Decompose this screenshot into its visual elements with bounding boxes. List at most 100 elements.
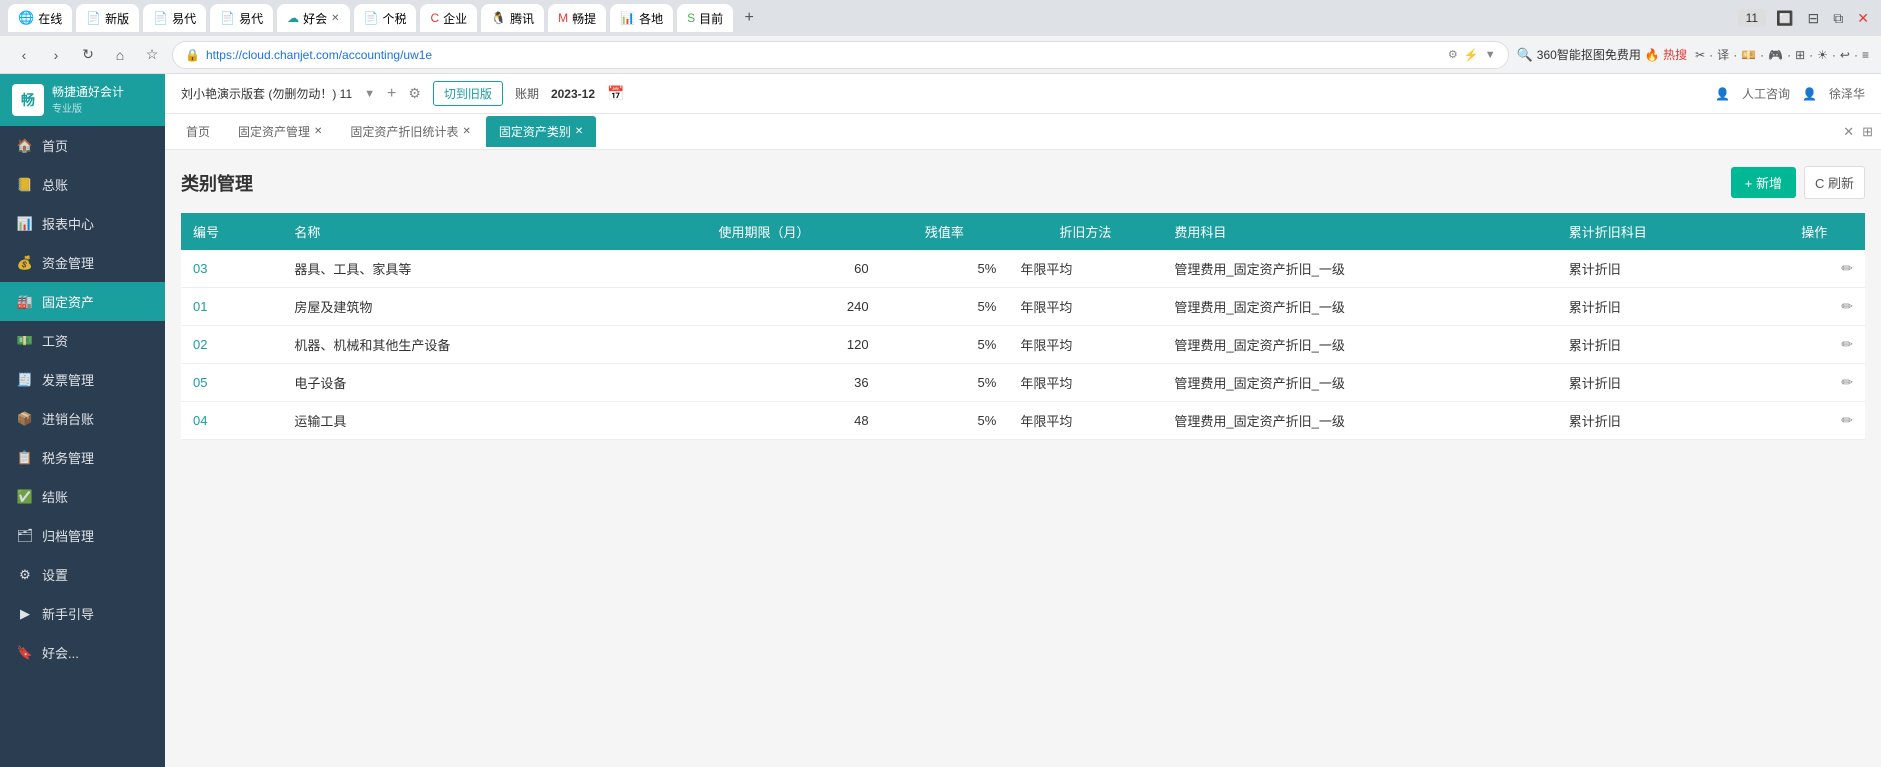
header-add-btn[interactable]: +: [387, 85, 396, 103]
close-fixed-assets-mgmt-tab[interactable]: ✕: [314, 126, 322, 137]
game-icon[interactable]: 🎮: [1768, 48, 1783, 62]
sidebar-item-closing[interactable]: ✅ 结账: [0, 477, 165, 516]
payroll-icon: 💵: [16, 332, 34, 350]
address-bar: ‹ › ↻ ⌂ ☆ 🔒 https://cloud.chanjet.com/ac…: [0, 36, 1881, 74]
page-tab-depreciation-table[interactable]: 固定资产折旧统计表 ✕: [337, 116, 483, 147]
sidebar-item-guide[interactable]: ▶ 新手引导: [0, 594, 165, 633]
cell-depreciation-4: 年限平均: [1008, 402, 1162, 440]
sidebar-item-invoice[interactable]: 🧾 发票管理: [0, 360, 165, 399]
browser-tab-4[interactable]: 📄 易代: [210, 4, 273, 32]
cell-action-3: ✏: [1764, 364, 1865, 402]
sidebar-item-payroll[interactable]: 💵 工资: [0, 321, 165, 360]
refresh-nav-btn[interactable]: ↻: [76, 43, 100, 67]
page-title: 类别管理: [181, 170, 253, 196]
sidebar-item-more[interactable]: 🔖 好会...: [0, 633, 165, 672]
cell-depreciation-1: 年限平均: [1008, 288, 1162, 326]
cut-icon[interactable]: ✂: [1695, 48, 1705, 62]
user-avatar-icon: 👤: [1802, 87, 1817, 101]
browser-tab-1[interactable]: 🌐 在线: [8, 4, 72, 32]
page-tab-asset-category[interactable]: 固定资产类别 ✕: [486, 116, 596, 147]
header-dropdown-icon[interactable]: ▼: [364, 88, 375, 100]
cell-action-0: ✏: [1764, 250, 1865, 288]
browser-tools: ✂ · 译 · 💴 · 🎮 · ⊞ · ☀ · ↩ · ≡: [1695, 46, 1869, 63]
browser-tab-8[interactable]: 🐧 腾讯: [481, 4, 544, 32]
add-category-btn[interactable]: + 新增: [1731, 167, 1796, 198]
sidebar-item-ledger[interactable]: 📒 总账: [0, 165, 165, 204]
sidebar-item-home[interactable]: 🏠 首页: [0, 126, 165, 165]
more-icon: 🔖: [16, 644, 34, 662]
col-code: 编号: [181, 213, 282, 250]
sidebar-item-settings[interactable]: ⚙ 设置: [0, 555, 165, 594]
maximize-btn[interactable]: ⊟: [1804, 10, 1824, 27]
cell-code-4: 04: [181, 402, 282, 440]
cell-expense-4: 管理费用_固定资产折旧_一级: [1162, 402, 1556, 440]
browser-tab-5[interactable]: ☁ 好会 ✕: [277, 4, 349, 32]
undo-icon[interactable]: ↩: [1840, 48, 1850, 62]
cell-period-0: 60: [647, 250, 880, 288]
url-dropdown-icon[interactable]: ▼: [1485, 49, 1496, 61]
close-asset-category-tab[interactable]: ✕: [575, 126, 583, 137]
tab-area-close-icon[interactable]: ✕: [1843, 124, 1854, 140]
col-action: 操作: [1764, 213, 1865, 250]
sidebar-item-inventory[interactable]: 📦 进销台账: [0, 399, 165, 438]
calendar-icon[interactable]: 📅: [607, 85, 624, 102]
browser-tab-5-close[interactable]: ✕: [331, 13, 339, 24]
invoice-icon: 🧾: [16, 371, 34, 389]
page-title-row: 类别管理 + 新增 C 刷新: [181, 166, 1865, 199]
edit-btn-2[interactable]: ✏: [1841, 336, 1853, 352]
browser-tab-9[interactable]: M 畅提: [548, 4, 606, 32]
home-nav-btn[interactable]: ⌂: [108, 43, 132, 67]
cell-residual-2: 5%: [881, 326, 1009, 364]
cell-name-0: 器具、工具、家具等: [282, 250, 647, 288]
url-bar[interactable]: 🔒 https://cloud.chanjet.com/accounting/u…: [172, 41, 1509, 69]
close-depreciation-table-tab[interactable]: ✕: [462, 126, 470, 137]
browser-tab-11[interactable]: S 目前: [677, 4, 733, 32]
edit-btn-4[interactable]: ✏: [1841, 412, 1853, 428]
page-tab-home[interactable]: 首页: [173, 116, 223, 147]
url-expand-icon: ⚙: [1448, 48, 1458, 61]
sidebar-item-fixed-assets[interactable]: 🏭 固定资产: [0, 282, 165, 321]
table-row: 02 机器、机械和其他生产设备 120 5% 年限平均 管理费用_固定资产折旧_…: [181, 326, 1865, 364]
cell-action-1: ✏: [1764, 288, 1865, 326]
edit-btn-0[interactable]: ✏: [1841, 260, 1853, 276]
sidebar-item-funds[interactable]: 💰 资金管理: [0, 243, 165, 282]
close-window-btn[interactable]: ✕: [1853, 10, 1873, 27]
restore-btn[interactable]: ⧉: [1829, 10, 1847, 27]
header-settings-icon[interactable]: ⚙: [408, 85, 421, 102]
sidebar-item-archive[interactable]: 🗂 归档管理: [0, 516, 165, 555]
closing-icon: ✅: [16, 488, 34, 506]
switch-version-btn[interactable]: 切到旧版: [433, 81, 503, 106]
browser-tab-10[interactable]: 📊 各地: [610, 4, 673, 32]
browser-tab-7[interactable]: C 企业: [420, 4, 477, 32]
cell-period-4: 48: [647, 402, 880, 440]
minimize-btn[interactable]: 🔲: [1772, 10, 1797, 27]
sidebar-item-tax[interactable]: 📋 税务管理: [0, 438, 165, 477]
cell-expense-1: 管理费用_固定资产折旧_一级: [1162, 288, 1556, 326]
currency-icon[interactable]: 💴: [1741, 48, 1756, 62]
edit-btn-1[interactable]: ✏: [1841, 298, 1853, 314]
username-label: 徐泽华: [1829, 85, 1865, 102]
grid-icon[interactable]: ⊞: [1795, 48, 1805, 62]
header-user: 刘小艳演示版套 (勿删勿动！) 11: [181, 85, 352, 102]
sun-icon[interactable]: ☀: [1817, 48, 1828, 62]
bookmark-btn[interactable]: ☆: [140, 43, 164, 67]
browser-tab-2[interactable]: 📄 新版: [76, 4, 139, 32]
translate-icon[interactable]: 译: [1717, 46, 1729, 63]
cell-accumulated-0: 累计折旧: [1557, 250, 1764, 288]
search-icon: 🔍: [1517, 47, 1533, 63]
menu-icon[interactable]: ≡: [1862, 48, 1869, 62]
refresh-btn[interactable]: C 刷新: [1804, 166, 1865, 199]
page-tabs: 首页 固定资产管理 ✕ 固定资产折旧统计表 ✕ 固定资产类别 ✕ ✕ ⊞: [165, 114, 1881, 150]
edit-btn-3[interactable]: ✏: [1841, 374, 1853, 390]
browser-tab-3[interactable]: 📄 易代: [143, 4, 206, 32]
forward-btn[interactable]: ›: [44, 43, 68, 67]
new-tab-btn[interactable]: +: [737, 6, 761, 30]
back-btn[interactable]: ‹: [12, 43, 36, 67]
consult-label[interactable]: 人工咨询: [1742, 85, 1790, 102]
cell-depreciation-2: 年限平均: [1008, 326, 1162, 364]
sidebar-item-reports[interactable]: 📊 报表中心: [0, 204, 165, 243]
page-tab-fixed-assets-mgmt[interactable]: 固定资产管理 ✕: [225, 116, 335, 147]
browser-tab-6[interactable]: 📄 个税: [354, 4, 417, 32]
cell-accumulated-4: 累计折旧: [1557, 402, 1764, 440]
tab-area-expand-icon[interactable]: ⊞: [1862, 124, 1873, 140]
